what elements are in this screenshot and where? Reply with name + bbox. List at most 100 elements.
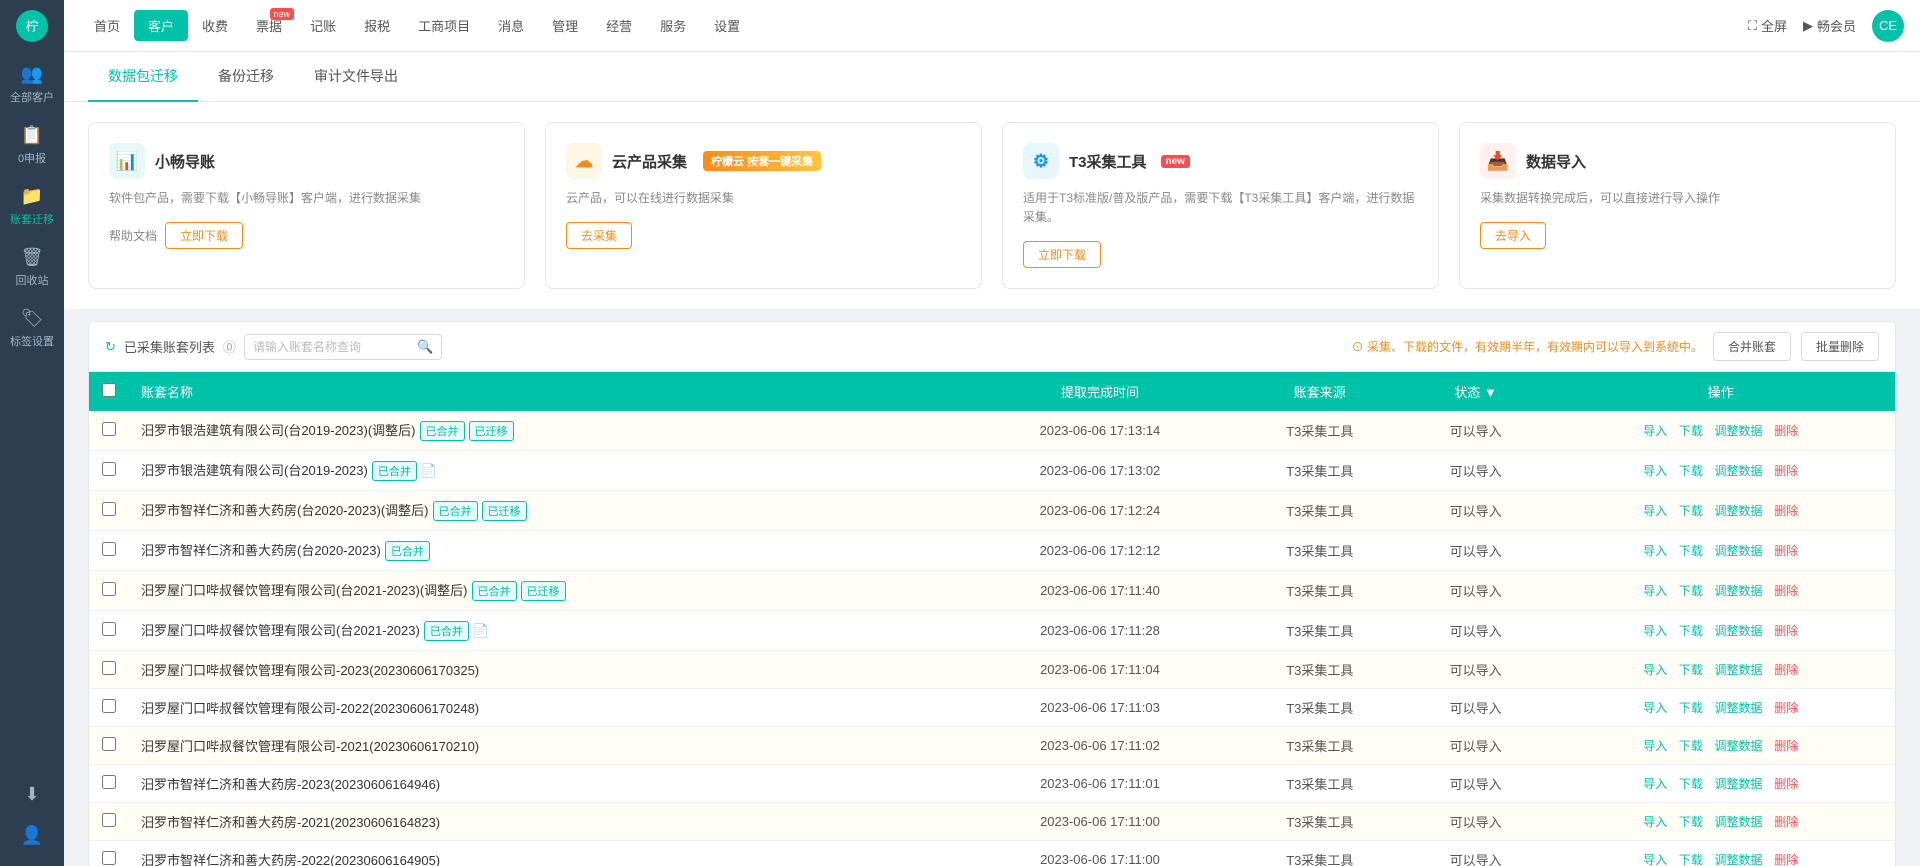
search-input[interactable] <box>253 340 413 354</box>
action-adjust-2[interactable]: 调整数据 <box>1715 504 1763 518</box>
nav-bookkeeping[interactable]: 记账 <box>296 10 350 41</box>
action-delete-10[interactable]: 删除 <box>1774 815 1798 829</box>
action-import-9[interactable]: 导入 <box>1643 777 1667 791</box>
action-import-10[interactable]: 导入 <box>1643 815 1667 829</box>
sidebar-item-recycle[interactable]: 🗑 回收站 <box>0 235 64 296</box>
nav-message[interactable]: 消息 <box>484 10 538 41</box>
table-row: 汨罗屋门口哔叔餐饮管理有限公司(台2021-2023)已合并📄2023-06-0… <box>89 611 1895 651</box>
action-adjust-8[interactable]: 调整数据 <box>1715 739 1763 753</box>
action-import-11[interactable]: 导入 <box>1643 853 1667 866</box>
row-checkbox-9[interactable] <box>102 775 116 789</box>
row-checkbox-10[interactable] <box>102 813 116 827</box>
action-adjust-3[interactable]: 调整数据 <box>1715 544 1763 558</box>
nav-bill[interactable]: 票据 new <box>242 10 296 41</box>
action-adjust-11[interactable]: 调整数据 <box>1715 853 1763 866</box>
avatar[interactable]: CE <box>1872 10 1904 42</box>
action-adjust-1[interactable]: 调整数据 <box>1715 464 1763 478</box>
refresh-icon[interactable]: ↻ <box>105 339 116 355</box>
action-download-8[interactable]: 下载 <box>1679 739 1703 753</box>
action-import-4[interactable]: 导入 <box>1643 584 1667 598</box>
action-adjust-10[interactable]: 调整数据 <box>1715 815 1763 829</box>
nav-service[interactable]: 服务 <box>646 10 700 41</box>
merge-accounts-btn[interactable]: 合并账套 <box>1713 332 1791 361</box>
sidebar-item-all-clients[interactable]: 👥 全部客户 <box>0 52 64 113</box>
search-icon[interactable]: 🔍 <box>417 339 433 355</box>
import-btn[interactable]: 去导入 <box>1480 222 1546 249</box>
action-download-0[interactable]: 下载 <box>1679 424 1703 438</box>
sidebar-item-user[interactable]: 👤 <box>0 813 64 854</box>
action-delete-7[interactable]: 删除 <box>1774 701 1798 715</box>
sidebar-item-tag-settings[interactable]: 🏷 标签设置 <box>0 296 64 357</box>
row-source: T3采集工具 <box>1235 841 1405 866</box>
xiaochangzhang-download-btn[interactable]: 立即下载 <box>165 222 243 249</box>
nav-client[interactable]: 客户 <box>134 10 188 41</box>
nav-settings[interactable]: 设置 <box>700 10 754 41</box>
row-checkbox-5[interactable] <box>102 622 116 636</box>
row-tag: 已迁移 <box>469 421 514 441</box>
sidebar-item-download[interactable]: ⬇ <box>0 772 64 813</box>
action-import-5[interactable]: 导入 <box>1643 624 1667 638</box>
action-delete-11[interactable]: 删除 <box>1774 853 1798 866</box>
action-download-3[interactable]: 下载 <box>1679 544 1703 558</box>
action-import-6[interactable]: 导入 <box>1643 663 1667 677</box>
action-delete-5[interactable]: 删除 <box>1774 624 1798 638</box>
member-btn[interactable]: ▶ 畅会员 <box>1803 16 1856 35</box>
action-delete-8[interactable]: 删除 <box>1774 739 1798 753</box>
action-adjust-7[interactable]: 调整数据 <box>1715 701 1763 715</box>
select-all-checkbox[interactable] <box>102 383 116 397</box>
nav-operation[interactable]: 经营 <box>592 10 646 41</box>
action-download-9[interactable]: 下载 <box>1679 777 1703 791</box>
action-delete-3[interactable]: 删除 <box>1774 544 1798 558</box>
action-download-1[interactable]: 下载 <box>1679 464 1703 478</box>
action-adjust-5[interactable]: 调整数据 <box>1715 624 1763 638</box>
action-download-2[interactable]: 下载 <box>1679 504 1703 518</box>
action-import-1[interactable]: 导入 <box>1643 464 1667 478</box>
action-adjust-0[interactable]: 调整数据 <box>1715 424 1763 438</box>
action-import-0[interactable]: 导入 <box>1643 424 1667 438</box>
action-download-5[interactable]: 下载 <box>1679 624 1703 638</box>
action-adjust-6[interactable]: 调整数据 <box>1715 663 1763 677</box>
action-download-10[interactable]: 下载 <box>1679 815 1703 829</box>
row-checkbox-0[interactable] <box>102 422 116 436</box>
row-checkbox-7[interactable] <box>102 699 116 713</box>
sidebar-item-account-migrate[interactable]: 📁 账套迁移 <box>0 174 64 235</box>
nav-manage[interactable]: 管理 <box>538 10 592 41</box>
action-download-7[interactable]: 下载 <box>1679 701 1703 715</box>
action-delete-2[interactable]: 删除 <box>1774 504 1798 518</box>
action-delete-9[interactable]: 删除 <box>1774 777 1798 791</box>
action-delete-4[interactable]: 删除 <box>1774 584 1798 598</box>
row-checkbox-11[interactable] <box>102 851 116 865</box>
action-download-6[interactable]: 下载 <box>1679 663 1703 677</box>
row-checkbox-2[interactable] <box>102 502 116 516</box>
nav-home[interactable]: 首页 <box>80 10 134 41</box>
action-download-11[interactable]: 下载 <box>1679 853 1703 866</box>
action-adjust-4[interactable]: 调整数据 <box>1715 584 1763 598</box>
t3-download-btn[interactable]: 立即下载 <box>1023 241 1101 268</box>
tab-backup-migrate[interactable]: 备份迁移 <box>198 52 294 102</box>
fullscreen-btn[interactable]: ⛶ 全屏 <box>1748 16 1787 35</box>
action-adjust-9[interactable]: 调整数据 <box>1715 777 1763 791</box>
action-import-8[interactable]: 导入 <box>1643 739 1667 753</box>
nav-fee[interactable]: 收费 <box>188 10 242 41</box>
tab-audit-export[interactable]: 审计文件导出 <box>294 52 418 102</box>
sidebar-item-zero-declare[interactable]: 📋 0申报 <box>0 113 64 174</box>
row-name: 汨罗市智祥仁济和善大药房(台2020-2023)(调整后)已合并已迁移 <box>129 491 965 531</box>
row-checkbox-4[interactable] <box>102 582 116 596</box>
action-delete-0[interactable]: 删除 <box>1774 424 1798 438</box>
nav-bizproject[interactable]: 工商项目 <box>404 10 484 41</box>
row-checkbox-1[interactable] <box>102 462 116 476</box>
row-checkbox-8[interactable] <box>102 737 116 751</box>
action-delete-6[interactable]: 删除 <box>1774 663 1798 677</box>
nav-tax[interactable]: 报税 <box>350 10 404 41</box>
cloud-collect-btn[interactable]: 去采集 <box>566 222 632 249</box>
batch-delete-btn[interactable]: 批量删除 <box>1801 332 1879 361</box>
row-checkbox-3[interactable] <box>102 542 116 556</box>
row-checkbox-6[interactable] <box>102 661 116 675</box>
action-import-7[interactable]: 导入 <box>1643 701 1667 715</box>
action-import-3[interactable]: 导入 <box>1643 544 1667 558</box>
tab-data-migrate[interactable]: 数据包迁移 <box>88 52 198 102</box>
action-delete-1[interactable]: 删除 <box>1774 464 1798 478</box>
action-import-2[interactable]: 导入 <box>1643 504 1667 518</box>
xiaochangzhang-help-link[interactable]: 帮助文档 <box>109 227 157 244</box>
action-download-4[interactable]: 下载 <box>1679 584 1703 598</box>
